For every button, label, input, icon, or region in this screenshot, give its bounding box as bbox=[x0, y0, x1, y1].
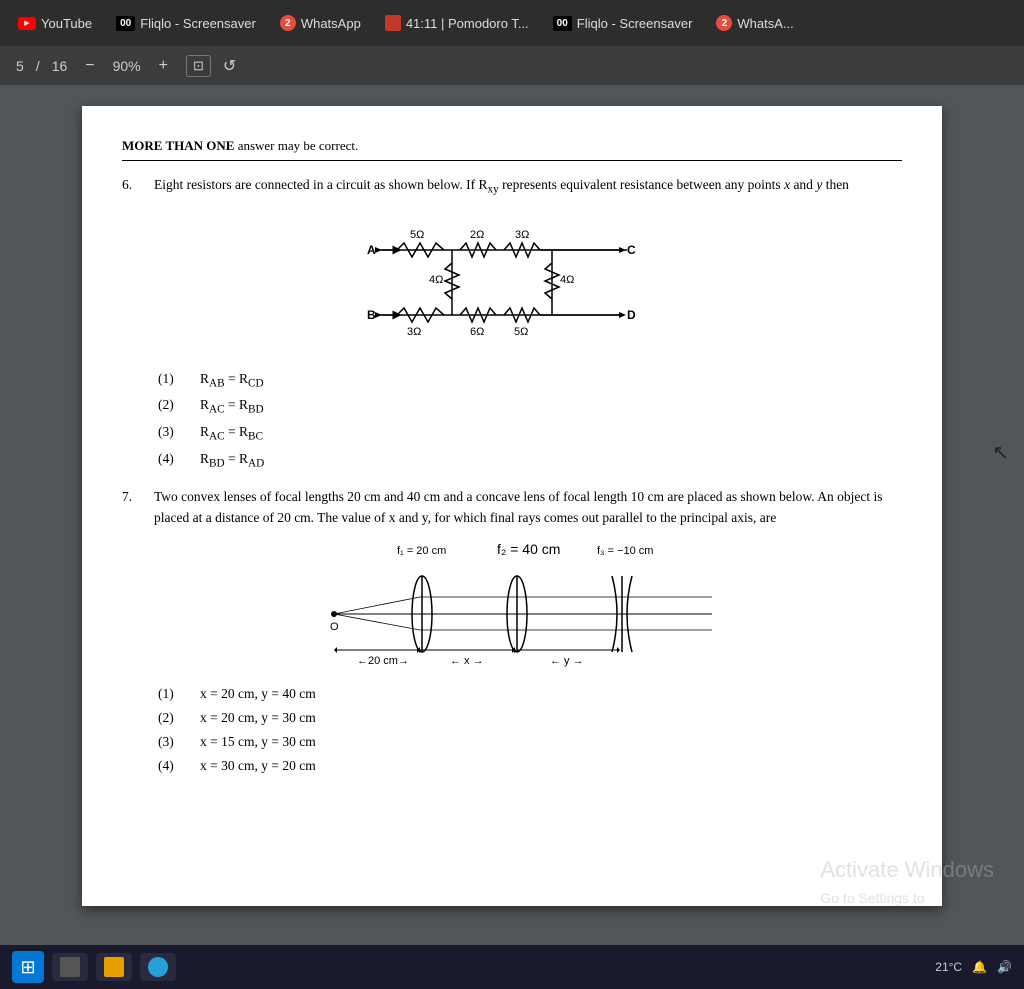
svg-text:6Ω: 6Ω bbox=[470, 326, 484, 338]
taskbar-item-pomodoro[interactable]: 41:11 | Pomodoro T... bbox=[375, 11, 539, 35]
fliqlo-icon-1: 00 bbox=[116, 16, 135, 31]
question-6-text: Eight resistors are connected in a circu… bbox=[154, 175, 902, 199]
taskbar-label-youtube: YouTube bbox=[41, 16, 92, 31]
option-6-3: (3) RAC = RBC bbox=[158, 424, 902, 443]
taskbar-item-fliqlo1[interactable]: 00 Fliqlo - Screensaver bbox=[106, 12, 266, 35]
taskbar-item-youtube[interactable]: YouTube bbox=[8, 12, 102, 35]
option-7-1: (1) x = 20 cm, y = 40 cm bbox=[158, 686, 902, 702]
option-6-1: (1) RAB = RCD bbox=[158, 371, 902, 390]
svg-text:←20 cm→: ←20 cm→ bbox=[357, 655, 409, 667]
whatsapp2-badge: 2 bbox=[716, 15, 732, 31]
search-icon bbox=[60, 957, 80, 977]
volume-icon: 🔊 bbox=[997, 960, 1012, 974]
fit-page-button[interactable]: ⊡ bbox=[186, 55, 211, 77]
circuit-svg: 5Ω 2Ω 3Ω 3Ω 6Ω 5Ω bbox=[342, 215, 682, 355]
bottom-taskbar: ⊞ 21°C 🔔 🔊 bbox=[0, 945, 1024, 989]
zoom-level: 90% bbox=[113, 58, 141, 74]
pdf-page: MORE THAN ONE answer may be correct. 6. … bbox=[82, 106, 942, 906]
files-icon bbox=[104, 957, 124, 977]
svg-text:2Ω: 2Ω bbox=[470, 229, 484, 241]
taskbar-search-button[interactable] bbox=[52, 953, 88, 981]
page-total: 16 bbox=[52, 58, 68, 74]
question-7: 7. Two convex lenses of focal lengths 20… bbox=[122, 487, 902, 774]
svg-text:C: C bbox=[627, 243, 636, 257]
pdf-toolbar: 5 / 16 − 90% + ⊡ ↺ bbox=[0, 46, 1024, 86]
taskbar-files-button[interactable] bbox=[96, 953, 132, 981]
page-current: 5 bbox=[16, 58, 24, 74]
question-6: 6. Eight resistors are connected in a ci… bbox=[122, 175, 902, 469]
taskbar-label-fliqlo1: Fliqlo - Screensaver bbox=[140, 16, 256, 31]
question-6-num: 6. bbox=[122, 175, 142, 199]
instruction-text: MORE THAN ONE answer may be correct. bbox=[122, 138, 902, 161]
svg-text:B: B bbox=[367, 308, 376, 322]
zoom-out-button[interactable]: − bbox=[79, 55, 100, 77]
svg-text:A: A bbox=[367, 243, 376, 257]
option-6-4: (4) RBD = RAD bbox=[158, 451, 902, 470]
browser-icon bbox=[148, 957, 168, 977]
option-7-2: (2) x = 20 cm, y = 30 cm bbox=[158, 710, 902, 726]
taskbar-item-whatsapp2[interactable]: 2 WhatsA... bbox=[706, 11, 803, 35]
taskbar-label-whatsapp: WhatsApp bbox=[301, 16, 361, 31]
svg-text:f₁ = 20 cm: f₁ = 20 cm bbox=[397, 545, 446, 557]
rotate-button[interactable]: ↺ bbox=[223, 56, 236, 76]
taskbar-label-whatsapp2: WhatsA... bbox=[737, 16, 793, 31]
svg-text:5Ω: 5Ω bbox=[514, 326, 528, 338]
svg-text:D: D bbox=[627, 308, 636, 322]
bottom-taskbar-left: ⊞ bbox=[12, 951, 176, 983]
taskbar-browser-button[interactable] bbox=[140, 953, 176, 981]
lens-diagram: f₁ = 20 cm f₂ = 40 cm f₃ = −10 cm O bbox=[122, 542, 902, 672]
question-7-num: 7. bbox=[122, 487, 142, 528]
svg-text:3Ω: 3Ω bbox=[407, 326, 421, 338]
svg-text:5Ω: 5Ω bbox=[410, 229, 424, 241]
notification-icon: 🔔 bbox=[972, 960, 987, 974]
pomodoro-icon bbox=[385, 15, 401, 31]
taskbar-label-pomodoro: 41:11 | Pomodoro T... bbox=[406, 16, 529, 31]
system-temp: 21°C bbox=[935, 960, 962, 974]
question-6-options: (1) RAB = RCD (2) RAC = RBD (3) RAC = RB… bbox=[158, 371, 902, 470]
svg-text:3Ω: 3Ω bbox=[515, 229, 529, 241]
taskbar-label-fliqlo2: Fliqlo - Screensaver bbox=[577, 16, 693, 31]
youtube-icon bbox=[18, 17, 36, 30]
windows-start-button[interactable]: ⊞ bbox=[12, 951, 44, 983]
question-7-text: Two convex lenses of focal lengths 20 cm… bbox=[154, 487, 902, 528]
svg-text:← y →: ← y → bbox=[550, 655, 584, 667]
svg-text:4Ω: 4Ω bbox=[429, 274, 443, 286]
circuit-diagram: 5Ω 2Ω 3Ω 3Ω 6Ω 5Ω bbox=[122, 215, 902, 355]
whatsapp-badge: 2 bbox=[280, 15, 296, 31]
taskbar-item-fliqlo2[interactable]: 00 Fliqlo - Screensaver bbox=[543, 12, 703, 35]
option-7-3: (3) x = 15 cm, y = 30 cm bbox=[158, 734, 902, 750]
lens-svg: f₁ = 20 cm f₂ = 40 cm f₃ = −10 cm O bbox=[302, 542, 722, 672]
page-separator: / bbox=[36, 58, 40, 74]
question-7-options: (1) x = 20 cm, y = 40 cm (2) x = 20 cm, … bbox=[158, 686, 902, 774]
svg-text:← x →: ← x → bbox=[450, 655, 484, 667]
taskbar-item-whatsapp[interactable]: 2 WhatsApp bbox=[270, 11, 371, 35]
option-7-4: (4) x = 30 cm, y = 20 cm bbox=[158, 758, 902, 774]
question-7-header: 7. Two convex lenses of focal lengths 20… bbox=[122, 487, 902, 528]
zoom-in-button[interactable]: + bbox=[153, 55, 174, 77]
question-6-header: 6. Eight resistors are connected in a ci… bbox=[122, 175, 902, 199]
pdf-viewer-area: MORE THAN ONE answer may be correct. 6. … bbox=[0, 86, 1024, 945]
top-taskbar: YouTube 00 Fliqlo - Screensaver 2 WhatsA… bbox=[0, 0, 1024, 46]
svg-text:f₃ = −10 cm: f₃ = −10 cm bbox=[597, 545, 653, 557]
fliqlo-icon-2: 00 bbox=[553, 16, 572, 31]
svg-text:O: O bbox=[330, 621, 339, 633]
svg-text:4Ω: 4Ω bbox=[560, 274, 574, 286]
option-6-2: (2) RAC = RBD bbox=[158, 397, 902, 416]
bottom-taskbar-right: 21°C 🔔 🔊 bbox=[935, 960, 1012, 974]
svg-text:f₂ = 40 cm: f₂ = 40 cm bbox=[497, 542, 560, 557]
